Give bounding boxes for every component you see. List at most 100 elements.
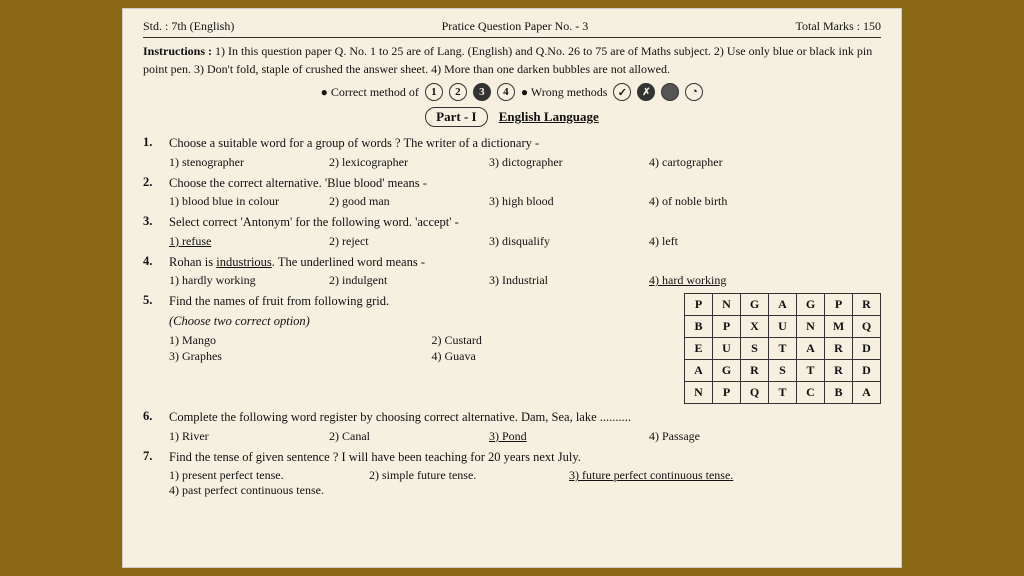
- q5-text: Find the names of fruit from following g…: [169, 293, 674, 311]
- q1-opt2: 2) lexicographer: [329, 155, 489, 170]
- method-row: ● Correct method of 1 2 3 4 ● Wrong meth…: [143, 83, 881, 101]
- q3-opt3: 3) disqualify: [489, 234, 649, 249]
- q4-options: 1) hardly working 2) indulgent 3) Indust…: [169, 273, 881, 288]
- grid-cell: P: [713, 316, 741, 338]
- q2-text: Choose the correct alternative. 'Blue bl…: [169, 175, 881, 193]
- q1-num: 1.: [143, 135, 163, 170]
- grid-cell: A: [797, 338, 825, 360]
- q5-left: Find the names of fruit from following g…: [169, 293, 674, 364]
- q2-options: 1) blood blue in colour 2) good man 3) h…: [169, 194, 881, 209]
- q1-text: Choose a suitable word for a group of wo…: [169, 135, 881, 153]
- questions-list: 1. Choose a suitable word for a group of…: [143, 135, 881, 498]
- bubble-3-filled: 3: [473, 83, 491, 101]
- q5-opt2: 2) Custard: [432, 333, 675, 348]
- q2-content: Choose the correct alternative. 'Blue bl…: [169, 175, 881, 210]
- q5-grid-wrap: P N G A G P R B P X: [684, 293, 881, 404]
- q6-opt4: 4) Passage: [649, 429, 809, 444]
- q2-opt3: 3) high blood: [489, 194, 649, 209]
- grid-cell: P: [825, 294, 853, 316]
- q7-num: 7.: [143, 449, 163, 499]
- q3-opt2: 2) reject: [329, 234, 489, 249]
- q7-opt3: 3) future perfect continuous tense.: [569, 468, 769, 483]
- q1-options: 1) stenographer 2) lexicographer 3) dict…: [169, 155, 881, 170]
- grid-cell: B: [825, 382, 853, 404]
- q3-opt1: 1) refuse: [169, 234, 329, 249]
- grid-row-2: B P X U N M Q: [685, 316, 881, 338]
- grid-cell: R: [825, 360, 853, 382]
- wrong-bubble-dot: [661, 83, 679, 101]
- instructions-text: 1) In this question paper Q. No. 1 to 25…: [143, 44, 872, 76]
- grid-cell: T: [797, 360, 825, 382]
- std-label: Std. : 7th (English): [143, 19, 234, 34]
- q1-opt1: 1) stenographer: [169, 155, 329, 170]
- question-1: 1. Choose a suitable word for a group of…: [143, 135, 881, 170]
- q3-num: 3.: [143, 214, 163, 249]
- part-title: English Language: [499, 109, 599, 124]
- q7-content: Find the tense of given sentence ? I wil…: [169, 449, 881, 499]
- q4-opt3: 3) Industrial: [489, 273, 649, 288]
- q6-opt3: 3) Pond: [489, 429, 649, 444]
- grid-cell: S: [769, 360, 797, 382]
- grid-cell: N: [713, 294, 741, 316]
- marks-label: Total Marks : 150: [796, 19, 881, 34]
- q7-opt4: 4) past perfect continuous tense.: [169, 483, 369, 498]
- part-label: Part - I: [425, 107, 487, 127]
- q6-options: 1) River 2) Canal 3) Pond 4) Passage: [169, 429, 881, 444]
- grid-cell: R: [741, 360, 769, 382]
- grid-cell: Q: [741, 382, 769, 404]
- grid-cell: A: [769, 294, 797, 316]
- q1-opt3: 3) dictographer: [489, 155, 649, 170]
- q3-options: 1) refuse 2) reject 3) disqualify 4) lef…: [169, 234, 881, 249]
- wrong-bubble-check: ✓: [613, 83, 631, 101]
- grid-cell: A: [685, 360, 713, 382]
- q1-content: Choose a suitable word for a group of wo…: [169, 135, 881, 170]
- q5-options: 1) Mango 2) Custard 3) Graphes 4) Guava: [169, 333, 674, 364]
- question-7: 7. Find the tense of given sentence ? I …: [143, 449, 881, 499]
- grid-row-3: E U S T A R D: [685, 338, 881, 360]
- question-2: 2. Choose the correct alternative. 'Blue…: [143, 175, 881, 210]
- q2-opt2: 2) good man: [329, 194, 489, 209]
- bubble-1: 1: [425, 83, 443, 101]
- q1-opt4: 4) cartographer: [649, 155, 809, 170]
- grid-cell: R: [853, 294, 881, 316]
- question-3: 3. Select correct 'Antonym' for the foll…: [143, 214, 881, 249]
- q5-opt4: 4) Guava: [432, 349, 675, 364]
- grid-cell: M: [825, 316, 853, 338]
- q4-opt1: 1) hardly working: [169, 273, 329, 288]
- q7-text: Find the tense of given sentence ? I wil…: [169, 449, 881, 467]
- q3-text: Select correct 'Antonym' for the followi…: [169, 214, 881, 232]
- grid-cell: P: [685, 294, 713, 316]
- q2-opt1: 1) blood blue in colour: [169, 194, 329, 209]
- grid-cell: P: [713, 382, 741, 404]
- q6-opt2: 2) Canal: [329, 429, 489, 444]
- instructions-block: Instructions : 1) In this question paper…: [143, 42, 881, 78]
- grid-cell: E: [685, 338, 713, 360]
- q7-opt2: 2) simple future tense.: [369, 468, 569, 483]
- bubble-2: 2: [449, 83, 467, 101]
- grid-cell: Q: [853, 316, 881, 338]
- grid-cell: D: [853, 360, 881, 382]
- grid-cell: N: [797, 316, 825, 338]
- grid-cell: N: [685, 382, 713, 404]
- question-4: 4. Rohan is industrious. The underlined …: [143, 254, 881, 289]
- q4-opt4: 4) hard working: [649, 273, 809, 288]
- grid-cell: U: [769, 316, 797, 338]
- grid-cell: G: [797, 294, 825, 316]
- wrong-bubble-smile: ◔: [685, 83, 703, 101]
- grid-cell: B: [685, 316, 713, 338]
- bubble-4: 4: [497, 83, 515, 101]
- q5-opt1: 1) Mango: [169, 333, 412, 348]
- q2-num: 2.: [143, 175, 163, 210]
- part-header: Part - I English Language: [143, 107, 881, 127]
- exam-paper: Std. : 7th (English) Pratice Question Pa…: [122, 8, 902, 568]
- q3-content: Select correct 'Antonym' for the followi…: [169, 214, 881, 249]
- q6-text: Complete the following word register by …: [169, 409, 881, 427]
- q4-opt2: 2) indulgent: [329, 273, 489, 288]
- grid-cell: D: [853, 338, 881, 360]
- paper-label: Pratice Question Paper No. - 3: [442, 19, 589, 34]
- question-5: 5. Find the names of fruit from followin…: [143, 293, 881, 404]
- correct-method-label: ● Correct method of: [321, 85, 419, 100]
- grid-cell: C: [797, 382, 825, 404]
- q4-text: Rohan is industrious. The underlined wor…: [169, 254, 881, 272]
- q6-opt1: 1) River: [169, 429, 329, 444]
